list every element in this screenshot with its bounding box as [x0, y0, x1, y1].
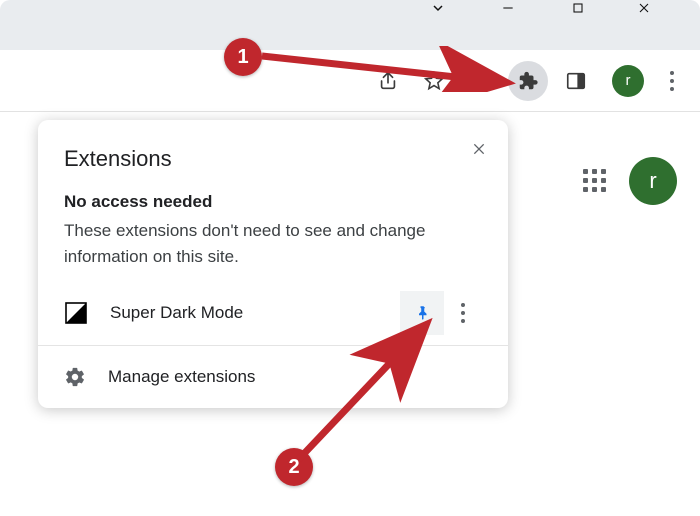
browser-toolbar: r [0, 50, 700, 112]
close-icon [471, 141, 487, 157]
extension-icon [64, 301, 88, 325]
chevron-down-icon [430, 0, 446, 16]
kebab-icon [461, 303, 465, 323]
apps-grid-icon [583, 169, 606, 192]
annotation-badge-2: 2 [275, 448, 313, 486]
popup-title: Extensions [64, 146, 482, 172]
close-window-button[interactable] [636, 0, 688, 38]
dark-mode-extension-icon [64, 301, 88, 325]
bookmark-button[interactable] [414, 61, 454, 101]
section-heading: No access needed [64, 192, 482, 212]
browser-menu-button[interactable] [652, 61, 692, 101]
puzzle-icon [517, 70, 539, 92]
pin-extension-button[interactable] [400, 291, 444, 335]
popup-close-button[interactable] [464, 134, 494, 164]
account-avatar-button[interactable]: r [629, 157, 677, 205]
extension-row: Super Dark Mode [64, 285, 482, 341]
share-button[interactable] [368, 61, 408, 101]
share-icon [377, 70, 399, 92]
side-panel-icon [565, 70, 587, 92]
close-icon [636, 0, 652, 16]
google-apps-button[interactable] [577, 163, 611, 197]
maximize-button[interactable] [570, 0, 622, 38]
section-description: These extensions don't need to see and c… [64, 218, 482, 269]
minimize-button[interactable] [500, 0, 552, 38]
manage-extensions-label: Manage extensions [108, 367, 255, 387]
manage-extensions-button[interactable]: Manage extensions [38, 346, 508, 408]
extensions-button[interactable] [508, 61, 548, 101]
avatar-letter: r [649, 168, 656, 194]
profile-avatar-button[interactable]: r [612, 65, 644, 97]
side-panel-button[interactable] [556, 61, 596, 101]
annotation-badge-1: 1 [224, 38, 262, 76]
pinned-extension-button[interactable] [460, 61, 500, 101]
window-title-bar [0, 0, 700, 50]
avatar-letter: r [626, 72, 631, 89]
kebab-icon [670, 71, 674, 91]
dark-mode-extension-icon [469, 70, 491, 92]
extension-name: Super Dark Mode [110, 303, 400, 323]
extensions-popup: Extensions No access needed These extens… [38, 120, 508, 408]
tab-search-button[interactable] [430, 0, 482, 38]
pin-icon [413, 304, 431, 322]
gear-icon [64, 366, 86, 388]
extension-options-button[interactable] [444, 291, 482, 335]
minimize-icon [500, 0, 516, 16]
maximize-icon [570, 0, 586, 16]
star-icon [423, 70, 445, 92]
